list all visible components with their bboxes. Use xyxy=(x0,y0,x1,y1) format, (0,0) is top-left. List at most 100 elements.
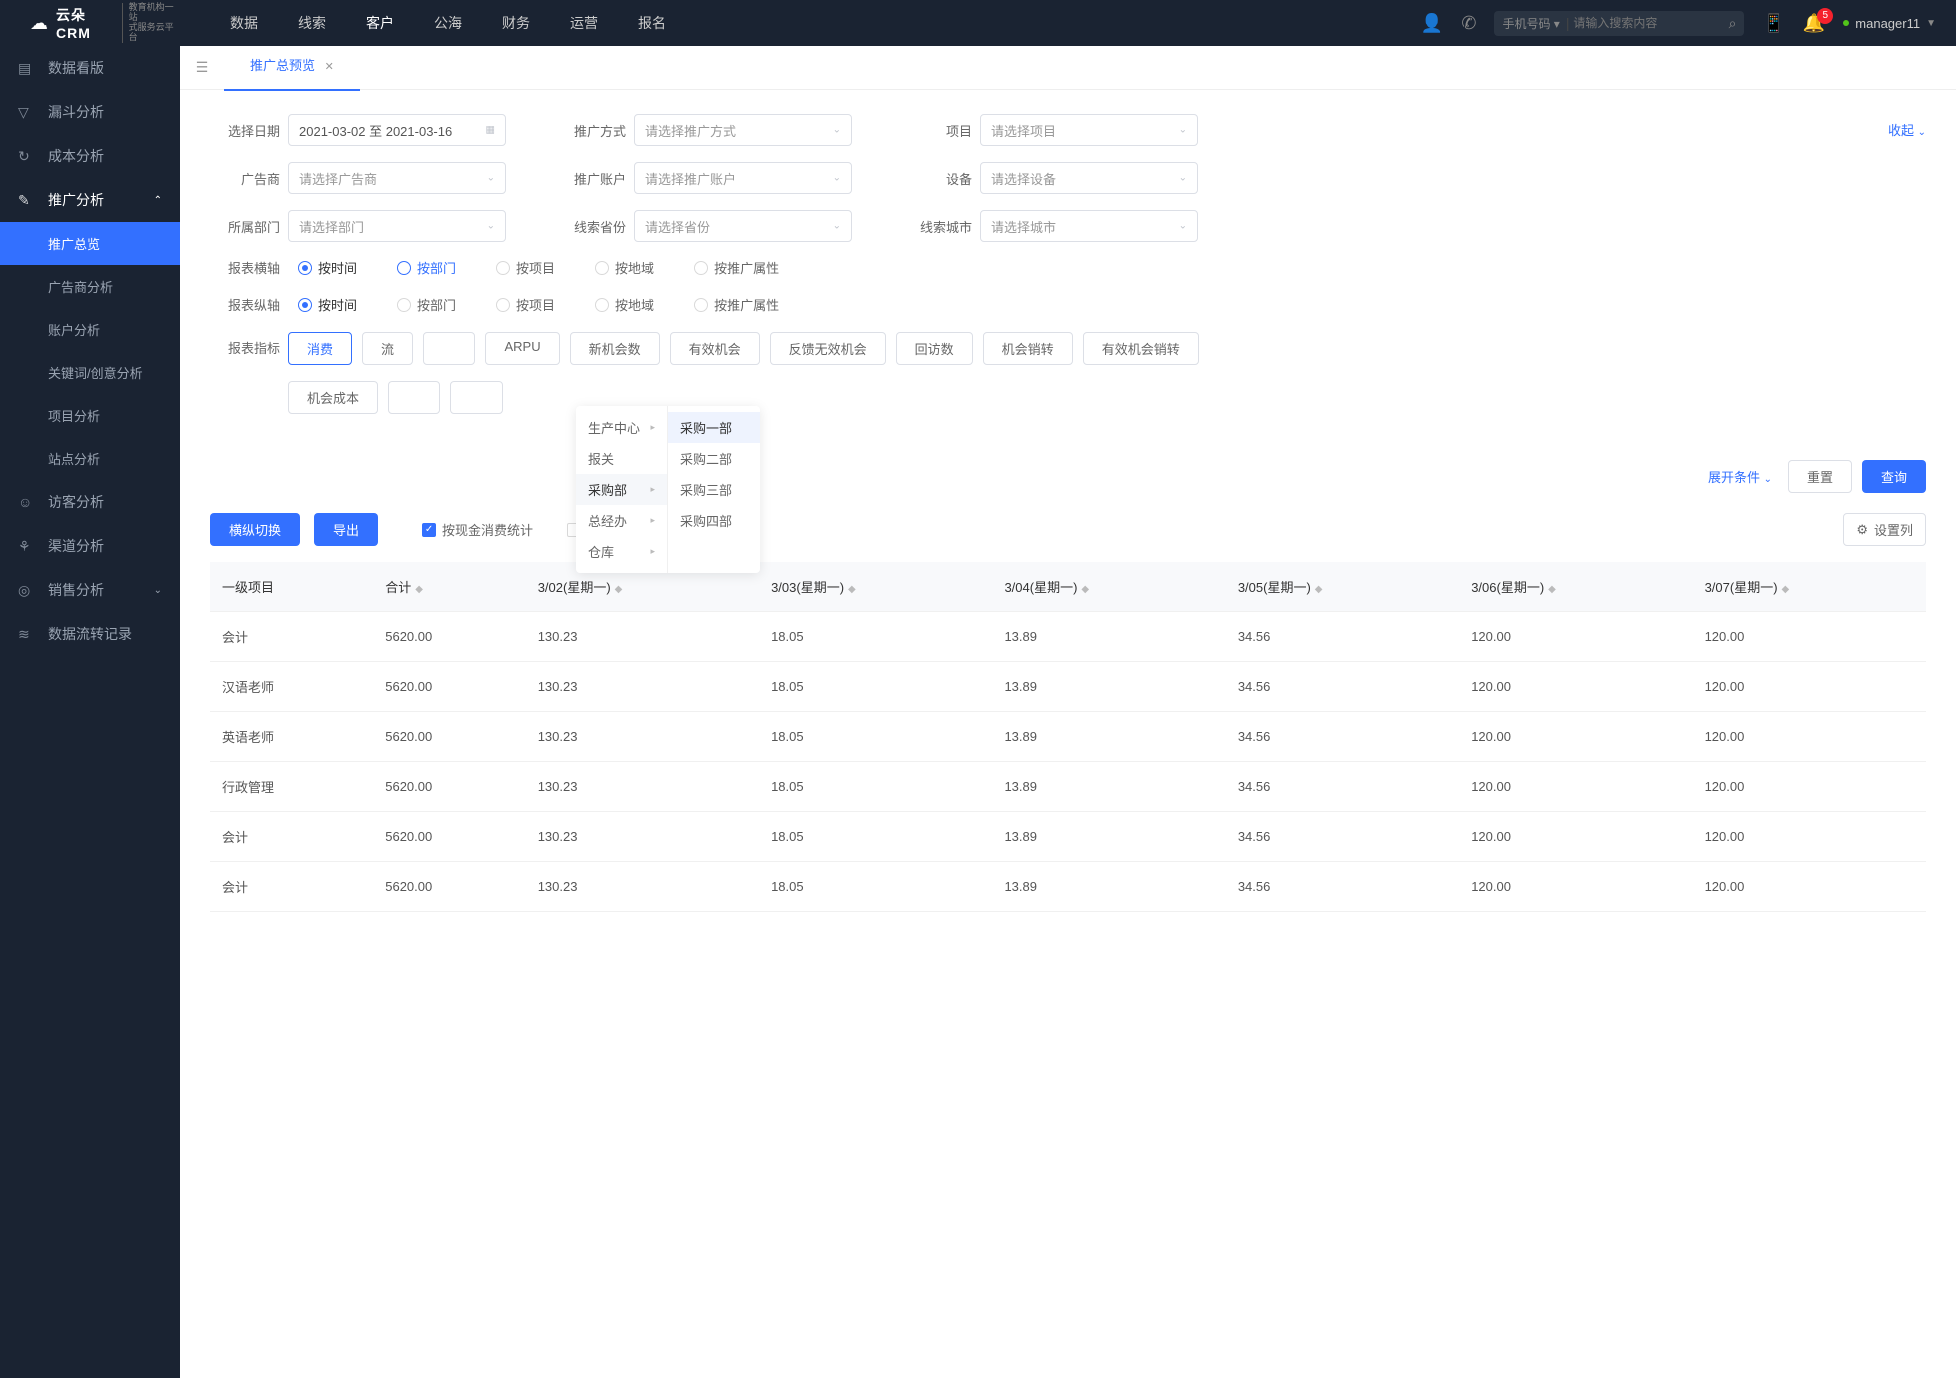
topnav-item[interactable]: 报名 xyxy=(618,0,686,46)
table-cell: 5620.00 xyxy=(373,712,525,762)
metric-button[interactable]: 流 xyxy=(362,332,413,365)
dropdown-item[interactable]: 采购三部 xyxy=(668,474,760,505)
radio-option[interactable]: 按时间 xyxy=(298,258,357,277)
metric-button[interactable] xyxy=(450,381,502,414)
topnav-item[interactable]: 客户 xyxy=(346,0,414,46)
sidebar-subitem[interactable]: 项目分析 xyxy=(0,394,180,437)
reset-button[interactable]: 重置 xyxy=(1788,460,1852,493)
filter-label: 线索省份 xyxy=(556,217,626,236)
topnav-item[interactable]: 运营 xyxy=(550,0,618,46)
query-button[interactable]: 查询 xyxy=(1862,460,1926,493)
sidebar-subitem[interactable]: 推广总览 xyxy=(0,222,180,265)
export-button[interactable]: 导出 xyxy=(314,513,378,546)
metric-button[interactable]: 回访数 xyxy=(896,332,973,365)
metric-button[interactable]: 反馈无效机会 xyxy=(770,332,886,365)
metric-button[interactable] xyxy=(388,381,440,414)
table-cell: 5620.00 xyxy=(373,812,525,862)
sidebar-item[interactable]: ▽漏斗分析 xyxy=(0,90,180,134)
radio-option[interactable]: 按项目 xyxy=(496,295,555,314)
filter-field[interactable]: 2021-03-02 至 2021-03-16▦ xyxy=(288,114,506,146)
tab-promotion-overview[interactable]: 推广总预览 ✕ xyxy=(224,46,360,91)
close-icon[interactable]: ✕ xyxy=(325,61,334,73)
sidebar-subitem[interactable]: 站点分析 xyxy=(0,437,180,480)
metric-button[interactable]: 机会销转 xyxy=(983,332,1073,365)
sidebar-item[interactable]: ☺访客分析 xyxy=(0,480,180,524)
radio-option[interactable]: 按地域 xyxy=(595,258,654,277)
radio-option[interactable]: 按推广属性 xyxy=(694,295,779,314)
topnav-item[interactable]: 数据 xyxy=(210,0,278,46)
sort-icon: ◆ xyxy=(415,584,423,595)
dropdown-item[interactable]: 总经办▸ xyxy=(576,505,667,536)
user-icon[interactable]: 👤 xyxy=(1421,13,1443,34)
radio-icon xyxy=(496,261,510,275)
filter-field[interactable]: 请选择部门⌄ xyxy=(288,210,506,242)
cloud-icon: ☁ xyxy=(30,13,48,34)
calendar-icon: ▦ xyxy=(486,125,495,136)
metric-button[interactable]: 机会成本 xyxy=(288,381,378,414)
filter-field[interactable]: 请选择省份⌄ xyxy=(634,210,852,242)
search-input[interactable] xyxy=(1573,16,1728,30)
search-type-select[interactable]: 手机号码 ▾ xyxy=(1502,15,1559,32)
sidebar-item[interactable]: ≋数据流转记录 xyxy=(0,612,180,656)
table-header-cell[interactable]: 3/04(星期一)◆ xyxy=(992,562,1225,612)
table-header-cell[interactable]: 一级项目 xyxy=(210,562,373,612)
table-cell: 5620.00 xyxy=(373,862,525,912)
metric-button[interactable]: ARPU xyxy=(485,332,559,365)
dropdown-item[interactable]: 生产中心▸ xyxy=(576,412,667,443)
phone-call-icon[interactable]: ✆ xyxy=(1461,13,1476,34)
topnav-item[interactable]: 线索 xyxy=(278,0,346,46)
sidebar-subitem[interactable]: 关键词/创意分析 xyxy=(0,351,180,394)
filter-label: 设备 xyxy=(902,169,972,188)
filter-field[interactable]: 请选择项目⌄ xyxy=(980,114,1198,146)
sidebar-collapse-button[interactable]: ☰ xyxy=(180,59,224,76)
table-header-cell[interactable]: 合计◆ xyxy=(373,562,525,612)
notification-icon[interactable]: 🔔5 xyxy=(1803,13,1825,34)
search-icon[interactable]: ⌕ xyxy=(1729,15,1737,32)
topnav-item[interactable]: 财务 xyxy=(482,0,550,46)
collapse-filters-link[interactable]: 收起 ⌄ xyxy=(1888,120,1926,139)
table-header-cell[interactable]: 3/05(星期一)◆ xyxy=(1226,562,1459,612)
cash-stats-checkbox[interactable]: 按现金消费统计 xyxy=(422,520,533,539)
sidebar-item[interactable]: ↻成本分析 xyxy=(0,134,180,178)
dropdown-item[interactable]: 采购部▸ xyxy=(576,474,667,505)
toggle-axis-button[interactable]: 横纵切换 xyxy=(210,513,300,546)
topnav-item[interactable]: 公海 xyxy=(414,0,482,46)
column-settings-button[interactable]: ⚙ 设置列 xyxy=(1843,513,1926,546)
metric-button[interactable] xyxy=(423,332,475,365)
sidebar-subitem[interactable]: 账户分析 xyxy=(0,308,180,351)
dropdown-item[interactable]: 报关 xyxy=(576,443,667,474)
sidebar-item[interactable]: ◎销售分析⌄ xyxy=(0,568,180,612)
table-header-cell[interactable]: 3/06(星期一)◆ xyxy=(1459,562,1692,612)
radio-option[interactable]: 按部门 xyxy=(397,295,456,314)
metric-button[interactable]: 消费 xyxy=(288,332,352,365)
dropdown-item[interactable]: 采购四部 xyxy=(668,505,760,536)
sidebar-subitem[interactable]: 广告商分析 xyxy=(0,265,180,308)
filter-field[interactable]: 请选择广告商⌄ xyxy=(288,162,506,194)
filter-field[interactable]: 请选择设备⌄ xyxy=(980,162,1198,194)
table-header-cell[interactable]: 3/07(星期一)◆ xyxy=(1693,562,1926,612)
radio-option[interactable]: 按项目 xyxy=(496,258,555,277)
metric-button[interactable]: 新机会数 xyxy=(570,332,660,365)
radio-option[interactable]: 按推广属性 xyxy=(694,258,779,277)
user-menu[interactable]: manager11 ▼ xyxy=(1843,16,1936,31)
filter-panel: 收起 ⌄ 选择日期2021-03-02 至 2021-03-16▦推广方式请选择… xyxy=(210,114,1926,493)
table-cell: 120.00 xyxy=(1459,812,1692,862)
dropdown-item[interactable]: 仓库▸ xyxy=(576,536,667,567)
metric-button[interactable]: 有效机会销转 xyxy=(1083,332,1199,365)
metric-button[interactable]: 有效机会 xyxy=(670,332,760,365)
dropdown-item[interactable]: 采购一部 xyxy=(668,412,760,443)
filter-field[interactable]: 请选择城市⌄ xyxy=(980,210,1198,242)
radio-option[interactable]: 按地域 xyxy=(595,295,654,314)
expand-conditions-link[interactable]: 展开条件 ⌄ xyxy=(1708,467,1772,486)
radio-option[interactable]: 按时间 xyxy=(298,295,357,314)
sidebar-item[interactable]: ▤数据看版 xyxy=(0,46,180,90)
table-header-cell[interactable]: 3/03(星期一)◆ xyxy=(759,562,992,612)
sidebar-item[interactable]: ✎推广分析⌃ xyxy=(0,178,180,222)
table-cell: 18.05 xyxy=(759,762,992,812)
dropdown-item[interactable]: 采购二部 xyxy=(668,443,760,474)
radio-option[interactable]: 按部门 xyxy=(397,258,456,277)
sidebar-item[interactable]: ⚘渠道分析 xyxy=(0,524,180,568)
device-icon[interactable]: 📱 xyxy=(1762,13,1784,34)
filter-field[interactable]: 请选择推广账户⌄ xyxy=(634,162,852,194)
filter-field[interactable]: 请选择推广方式⌄ xyxy=(634,114,852,146)
